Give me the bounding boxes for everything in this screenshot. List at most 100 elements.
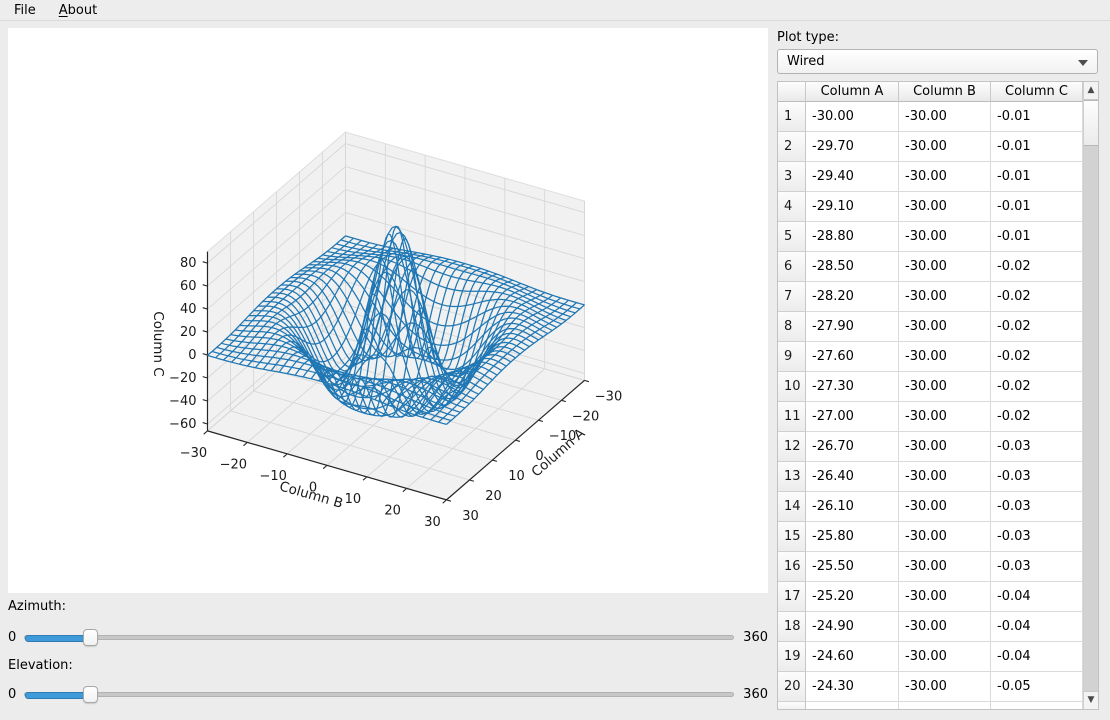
menu-item-file[interactable]: File xyxy=(10,2,40,19)
table-cell[interactable]: -0.01 xyxy=(991,222,1083,252)
azimuth-slider-handle[interactable] xyxy=(83,629,98,646)
row-header[interactable]: 8 xyxy=(778,312,806,342)
table-cell[interactable]: -30.00 xyxy=(899,282,991,312)
table-cell[interactable]: -30.00 xyxy=(899,402,991,432)
table-cell[interactable]: -0.02 xyxy=(991,372,1083,402)
table-cell[interactable]: -28.20 xyxy=(806,282,899,312)
table-cell[interactable]: -24.30 xyxy=(806,672,899,702)
table-cell[interactable]: -30.00 xyxy=(899,312,991,342)
table-cell[interactable]: -30.00 xyxy=(899,612,991,642)
plot-canvas[interactable]: −30−20−100102030−30−20−100102030−60−40−2… xyxy=(8,28,768,593)
row-header[interactable]: 9 xyxy=(778,342,806,372)
table-cell[interactable]: -0.01 xyxy=(991,102,1083,132)
table-cell[interactable]: -0.05 xyxy=(991,672,1083,702)
row-header[interactable]: 6 xyxy=(778,252,806,282)
table-cell[interactable]: -30.00 xyxy=(899,672,991,702)
table-cell[interactable]: -30.00 xyxy=(899,102,991,132)
table-cell[interactable]: -0.03 xyxy=(991,552,1083,582)
table-cell[interactable]: -25.50 xyxy=(806,552,899,582)
table-cell[interactable]: -30.00 xyxy=(899,432,991,462)
table-cell[interactable]: -29.10 xyxy=(806,192,899,222)
table-cell[interactable]: -27.30 xyxy=(806,372,899,402)
chevron-down-icon xyxy=(1078,60,1088,66)
plot-type-combobox[interactable]: Wired xyxy=(777,49,1098,74)
table-cell[interactable]: -0.02 xyxy=(991,312,1083,342)
table-cell[interactable]: -25.20 xyxy=(806,582,899,612)
table-cell[interactable]: -30.00 xyxy=(899,132,991,162)
scroll-up-icon[interactable]: ▲ xyxy=(1084,82,1098,100)
table-cell[interactable]: -30.00 xyxy=(899,642,991,672)
table-cell[interactable]: -24.90 xyxy=(806,612,899,642)
row-header[interactable]: 18 xyxy=(778,612,806,642)
row-header[interactable]: 13 xyxy=(778,462,806,492)
table-cell[interactable]: -0.02 xyxy=(991,252,1083,282)
row-header[interactable]: 11 xyxy=(778,402,806,432)
table-cell[interactable]: -0.04 xyxy=(991,582,1083,612)
scroll-down-icon[interactable]: ▼ xyxy=(1084,691,1098,709)
table-row: 20-24.30-30.00-0.05 xyxy=(778,672,1083,702)
table-cell[interactable]: -30.00 xyxy=(899,222,991,252)
table-cell[interactable]: -26.70 xyxy=(806,432,899,462)
table-cell[interactable]: -30.00 xyxy=(899,252,991,282)
elevation-slider-handle[interactable] xyxy=(83,686,98,703)
table-cell[interactable]: -0.01 xyxy=(991,132,1083,162)
table-row: 11-27.00-30.00-0.02 xyxy=(778,402,1083,432)
row-header[interactable]: 20 xyxy=(778,672,806,702)
table-header-column-a[interactable]: Column A xyxy=(806,82,899,102)
table-cell[interactable]: -30.00 xyxy=(899,582,991,612)
table-cell[interactable]: -0.01 xyxy=(991,192,1083,222)
scrollbar-thumb[interactable] xyxy=(1084,100,1098,146)
row-header[interactable]: 15 xyxy=(778,522,806,552)
row-header[interactable]: 5 xyxy=(778,222,806,252)
table-cell[interactable]: -30.00 xyxy=(899,162,991,192)
table-header-column-c[interactable]: Column C xyxy=(991,82,1083,102)
row-header[interactable]: 10 xyxy=(778,372,806,402)
table-cell[interactable]: -0.02 xyxy=(991,342,1083,372)
table-cell[interactable]: -0.03 xyxy=(991,462,1083,492)
row-header[interactable]: 4 xyxy=(778,192,806,222)
row-header[interactable]: 1 xyxy=(778,102,806,132)
menu-item-about[interactable]: About xyxy=(55,2,101,19)
table-cell[interactable]: -30.00 xyxy=(899,492,991,522)
row-header[interactable]: 16 xyxy=(778,552,806,582)
table-cell[interactable]: -0.03 xyxy=(991,492,1083,522)
table-cell[interactable]: -26.40 xyxy=(806,462,899,492)
row-header[interactable]: 17 xyxy=(778,582,806,612)
row-header[interactable]: 19 xyxy=(778,642,806,672)
table-cell[interactable]: -30.00 xyxy=(806,102,899,132)
row-header[interactable]: 2 xyxy=(778,132,806,162)
table-cell[interactable]: -24.60 xyxy=(806,642,899,672)
table-header-column-b[interactable]: Column B xyxy=(899,82,991,102)
table-cell[interactable]: -0.02 xyxy=(991,402,1083,432)
table-cell[interactable]: -29.40 xyxy=(806,162,899,192)
table-row: 8-27.90-30.00-0.02 xyxy=(778,312,1083,342)
table-cell[interactable]: -0.02 xyxy=(991,282,1083,312)
table-scrollbar[interactable]: ▲ ▼ xyxy=(1083,82,1098,709)
table-cell[interactable]: -30.00 xyxy=(899,462,991,492)
table-cell[interactable]: -28.50 xyxy=(806,252,899,282)
table-cell[interactable]: -27.60 xyxy=(806,342,899,372)
table-cell[interactable]: -25.80 xyxy=(806,522,899,552)
table-cell[interactable]: -30.00 xyxy=(899,192,991,222)
row-header[interactable]: 7 xyxy=(778,282,806,312)
table-cell[interactable]: -30.00 xyxy=(899,342,991,372)
table-cell[interactable]: -28.80 xyxy=(806,222,899,252)
table-cell[interactable]: -30.00 xyxy=(899,522,991,552)
table-cell[interactable]: -0.03 xyxy=(991,432,1083,462)
scrollbar-track[interactable] xyxy=(1084,146,1098,691)
table-cell[interactable]: -0.04 xyxy=(991,612,1083,642)
row-header[interactable]: 3 xyxy=(778,162,806,192)
row-header[interactable]: 12 xyxy=(778,432,806,462)
table-cell[interactable]: -30.00 xyxy=(899,372,991,402)
table-cell[interactable]: -27.00 xyxy=(806,402,899,432)
table-cell[interactable]: -27.90 xyxy=(806,312,899,342)
table-cell[interactable]: -26.10 xyxy=(806,492,899,522)
row-header[interactable]: 14 xyxy=(778,492,806,522)
azimuth-slider[interactable] xyxy=(24,635,734,640)
table-cell[interactable]: -0.03 xyxy=(991,522,1083,552)
table-cell[interactable]: -0.04 xyxy=(991,642,1083,672)
elevation-slider[interactable] xyxy=(24,692,734,697)
table-cell[interactable]: -30.00 xyxy=(899,552,991,582)
table-cell[interactable]: -29.70 xyxy=(806,132,899,162)
table-cell[interactable]: -0.01 xyxy=(991,162,1083,192)
